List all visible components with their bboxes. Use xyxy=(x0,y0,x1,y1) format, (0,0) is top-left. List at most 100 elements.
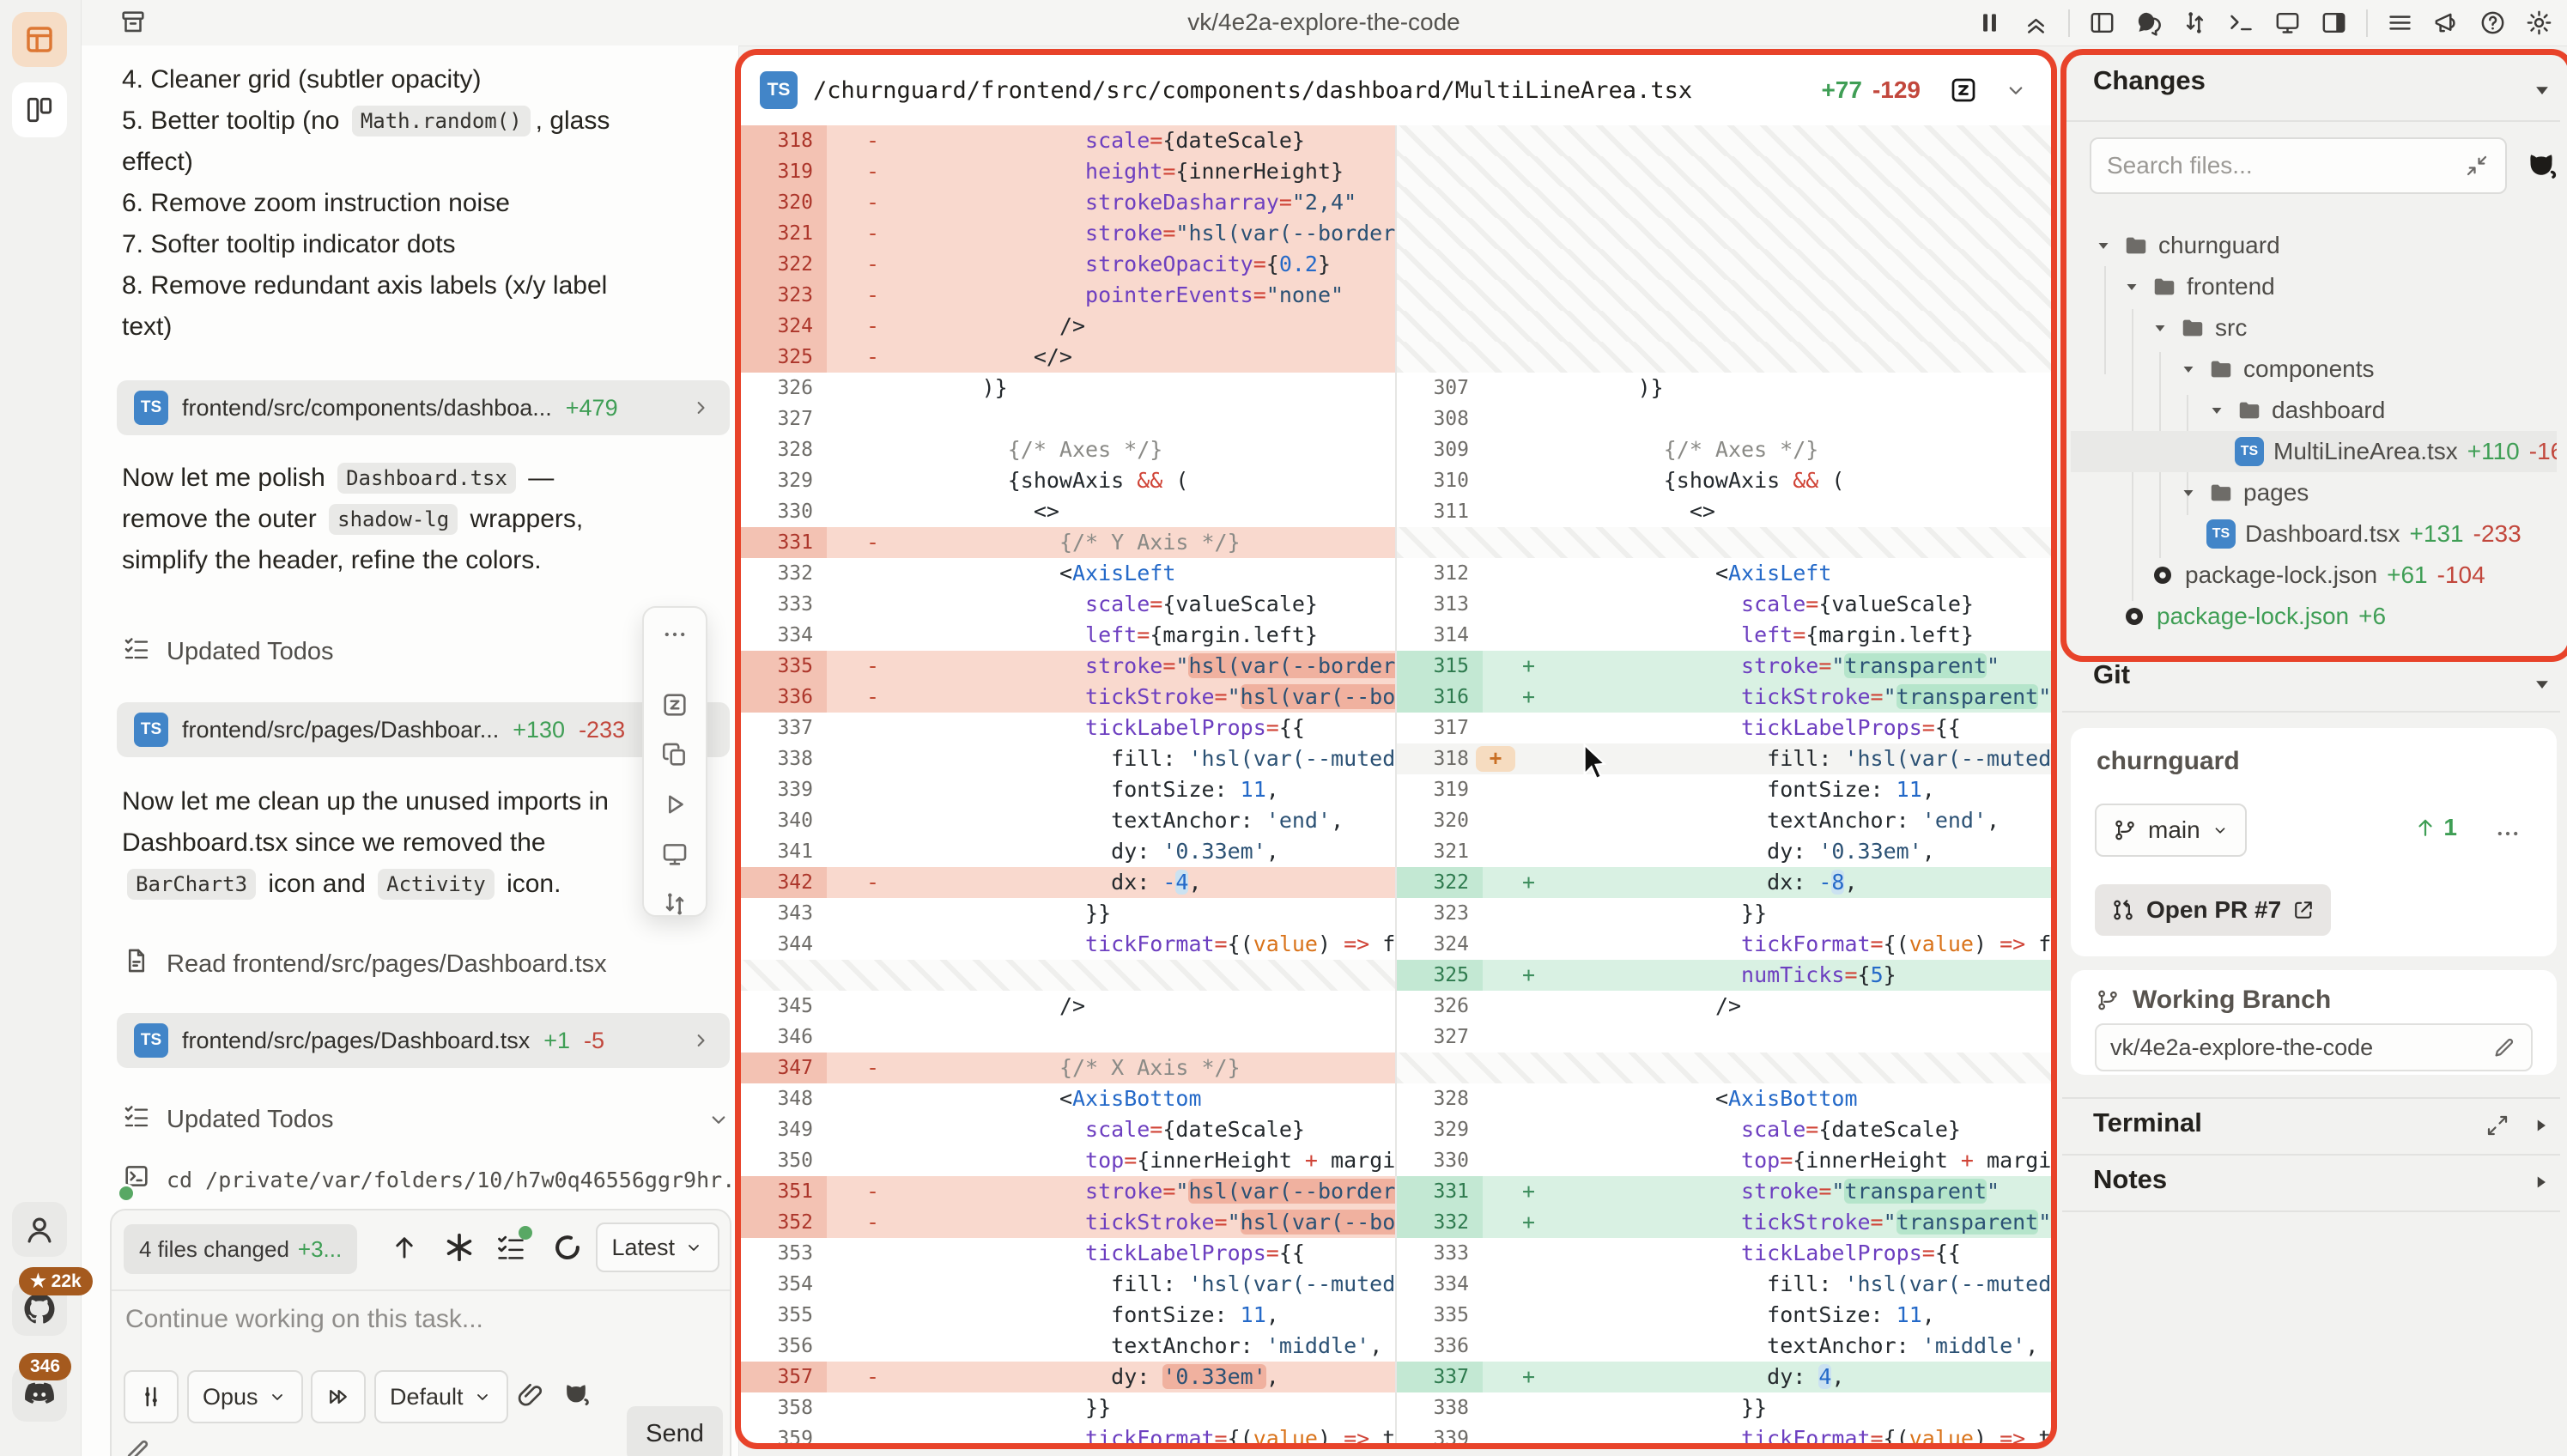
tree-folder-dashboard[interactable]: dashboard xyxy=(2071,390,2557,431)
diff-row-old-351[interactable]: 351 stroke="hsl(var(--border))"- xyxy=(741,1176,1395,1207)
rail-button-github[interactable]: ★ 22k xyxy=(12,1281,67,1336)
swap-icon[interactable] xyxy=(2181,9,2209,37)
diff-row-old-319[interactable]: 319 height={innerHeight}- xyxy=(741,156,1395,187)
diff-row-old-353[interactable]: 353 tickLabelProps={{ xyxy=(741,1238,1395,1269)
diff-row-new-325[interactable]: 325 numTicks={5}+ xyxy=(1397,960,2051,991)
diff-row-old-331[interactable]: 331 {/* Y Axis */}- xyxy=(741,527,1395,558)
diff-row-new-339[interactable]: 339 tickFormat={(value) => t xyxy=(1397,1423,2051,1443)
working-branch-input[interactable]: vk/4e2a-explore-the-code xyxy=(2095,1023,2533,1071)
diff-row-new-337[interactable]: 337 dy: 4,+ xyxy=(1397,1362,2051,1392)
diff-row-old-328[interactable]: 328 {/* Axes */} xyxy=(741,434,1395,465)
open-pr-button[interactable]: Open PR #7 xyxy=(2095,884,2331,936)
file-change-chip[interactable]: TSfrontend/src/pages/Dashboard.tsx+1-5 xyxy=(117,1013,730,1068)
triangle-right-icon[interactable] xyxy=(2529,1114,2552,1137)
file-change-chip[interactable]: TSfrontend/src/pages/Dashboar...+130-233 xyxy=(117,702,730,757)
copy-icon[interactable] xyxy=(660,740,689,769)
pause-icon[interactable] xyxy=(1975,9,2004,37)
diff-row-new-326[interactable]: 326 /> xyxy=(1397,991,2051,1022)
diff-row-new-335[interactable]: 335 fontSize: 11, xyxy=(1397,1300,2051,1331)
archive-icon[interactable] xyxy=(118,8,148,37)
chevron-down-icon[interactable] xyxy=(706,1107,731,1132)
diff-row-old-348[interactable]: 348 <AxisBottom xyxy=(741,1083,1395,1114)
diff-row-new-317[interactable]: 317 tickLabelProps={{ xyxy=(1397,713,2051,743)
diff-row-old-356[interactable]: 356 textAnchor: 'middle', xyxy=(741,1331,1395,1362)
diff-view-icon[interactable] xyxy=(1948,75,1979,106)
diff-row-old-357[interactable]: 357 dy: '0.33em',- xyxy=(741,1362,1395,1392)
diff-row-new-320[interactable]: 320 textAnchor: 'end', xyxy=(1397,805,2051,836)
diff-row-old-327[interactable]: 327 xyxy=(741,403,1395,434)
diff-row-old-359[interactable]: 359 tickFormat={(value) => t xyxy=(741,1423,1395,1443)
rail-button-kanban[interactable] xyxy=(12,82,67,137)
more-options-icon[interactable] xyxy=(2493,819,2522,848)
monitor-icon[interactable] xyxy=(2273,9,2302,37)
todo-update-row[interactable]: Updated Todos xyxy=(122,1101,731,1138)
diff-view-icon[interactable] xyxy=(660,690,689,719)
diff-row-old-358[interactable]: 358 }} xyxy=(741,1392,1395,1423)
diff-row-new-328[interactable]: 328 <AxisBottom xyxy=(1397,1083,2051,1114)
play-icon[interactable] xyxy=(660,790,689,819)
diff-row-old-326[interactable]: 326 )} xyxy=(741,373,1395,403)
fast-forward-button[interactable] xyxy=(311,1370,366,1423)
diff-row-old-334[interactable]: 334 left={margin.left} xyxy=(741,620,1395,651)
monitor-icon[interactable] xyxy=(660,840,689,869)
diff-row-new-338[interactable]: 338 }} xyxy=(1397,1392,2051,1423)
diff-row-old-345[interactable]: 345 /> xyxy=(741,991,1395,1022)
tree-folder-pages[interactable]: pages xyxy=(2071,472,2557,513)
chevron-down-icon[interactable] xyxy=(2003,77,2029,103)
diff-row-old-355[interactable]: 355 fontSize: 11, xyxy=(741,1300,1395,1331)
branch-select-button[interactable]: main xyxy=(2095,804,2247,857)
panel-left-icon[interactable] xyxy=(2088,9,2116,37)
version-select-button[interactable]: Latest xyxy=(596,1222,719,1272)
terminal-icon[interactable] xyxy=(2227,9,2255,37)
rail-button-person[interactable] xyxy=(12,1202,67,1257)
collapse-tree-icon[interactable] xyxy=(2464,153,2490,179)
triangle-right-icon[interactable] xyxy=(2529,1171,2552,1193)
git-collapse-caret-icon[interactable] xyxy=(2529,671,2555,697)
composer-placeholder[interactable]: Continue working on this task... xyxy=(125,1305,483,1334)
diff-row-old-322[interactable]: 322 strokeOpacity={0.2}- xyxy=(741,249,1395,280)
help-icon[interactable] xyxy=(2479,9,2507,37)
diff-row-new-336[interactable]: 336 textAnchor: 'middle', xyxy=(1397,1331,2051,1362)
diff-row-new-330[interactable]: 330 top={innerHeight + margin.t xyxy=(1397,1145,2051,1176)
diff-row-new-310[interactable]: 310 {showAxis && ( xyxy=(1397,465,2051,496)
file-change-chip[interactable]: TSfrontend/src/components/dashboa...+479 xyxy=(117,380,730,435)
diff-row-new-308[interactable]: 308 xyxy=(1397,403,2051,434)
diff-row-old-340[interactable]: 340 textAnchor: 'end', xyxy=(741,805,1395,836)
diff-row-old-336[interactable]: 336 tickStroke="hsl(var(--border))"- xyxy=(741,682,1395,713)
diff-row-new-318[interactable]: 318 fill: 'hsl(var(--muted-foreground))'… xyxy=(1397,743,2051,774)
diff-row-new-321[interactable]: 321 dy: '0.33em', xyxy=(1397,836,2051,867)
diff-row-new-324[interactable]: 324 tickFormat={(value) => f xyxy=(1397,929,2051,960)
diff-row-new-333[interactable]: 333 tickLabelProps={{ xyxy=(1397,1238,2051,1269)
expand-icon[interactable] xyxy=(2485,1113,2510,1138)
files-changed-chip[interactable]: 4 files changed+3... xyxy=(124,1224,357,1274)
send-button[interactable]: Send xyxy=(627,1406,723,1456)
diff-row-old-325[interactable]: 325 </>- xyxy=(741,342,1395,373)
diff-row-new-327[interactable]: 327 xyxy=(1397,1022,2051,1053)
tool-call-row[interactable]: cd /private/var/folders/10/h7w0q46556ggr… xyxy=(122,1162,731,1198)
diff-row-old-341[interactable]: 341 dy: '0.33em', xyxy=(741,836,1395,867)
model-select-button[interactable]: Opus xyxy=(187,1370,303,1423)
rail-button-discord[interactable]: 346 xyxy=(12,1367,67,1422)
diff-row-new-312[interactable]: 312 <AxisLeft xyxy=(1397,558,2051,589)
megaphone-icon[interactable] xyxy=(2432,9,2461,37)
chat-icon[interactable] xyxy=(2134,9,2163,37)
diff-row-old-346[interactable]: 346 xyxy=(741,1022,1395,1053)
diff-row-new-319[interactable]: 319 fontSize: 11, xyxy=(1397,774,2051,805)
diff-row-old-347[interactable]: 347 {/* X Axis */}- xyxy=(741,1053,1395,1083)
diff-row-new-311[interactable]: 311 <> xyxy=(1397,496,2051,527)
file-search-input[interactable]: Search files... xyxy=(2090,137,2507,194)
tree-folder-src[interactable]: src xyxy=(2071,307,2557,349)
diff-row-new-315[interactable]: 315 stroke="transparent"+ xyxy=(1397,651,2051,682)
tree-file-package-lock.json[interactable]: package-lock.json+61-104 xyxy=(2071,555,2557,596)
mode-select-button[interactable]: Default xyxy=(374,1370,508,1423)
diff-row-new-323[interactable]: 323 }} xyxy=(1397,898,2051,929)
panel-right-icon[interactable] xyxy=(2320,9,2348,37)
diff-row-old-324[interactable]: 324 />- xyxy=(741,311,1395,342)
spinner-icon[interactable] xyxy=(551,1231,584,1264)
diff-row-old-342[interactable]: 342 dx: -4,- xyxy=(741,867,1395,898)
diff-row-old-333[interactable]: 333 scale={valueScale} xyxy=(741,589,1395,620)
diff-row-new-307[interactable]: 307 )} xyxy=(1397,373,2051,403)
diff-row-old-332[interactable]: 332 <AxisLeft xyxy=(741,558,1395,589)
todo-update-row[interactable]: Updated Todos xyxy=(122,634,731,670)
diff-row-old-344[interactable]: 344 tickFormat={(value) => f xyxy=(741,929,1395,960)
